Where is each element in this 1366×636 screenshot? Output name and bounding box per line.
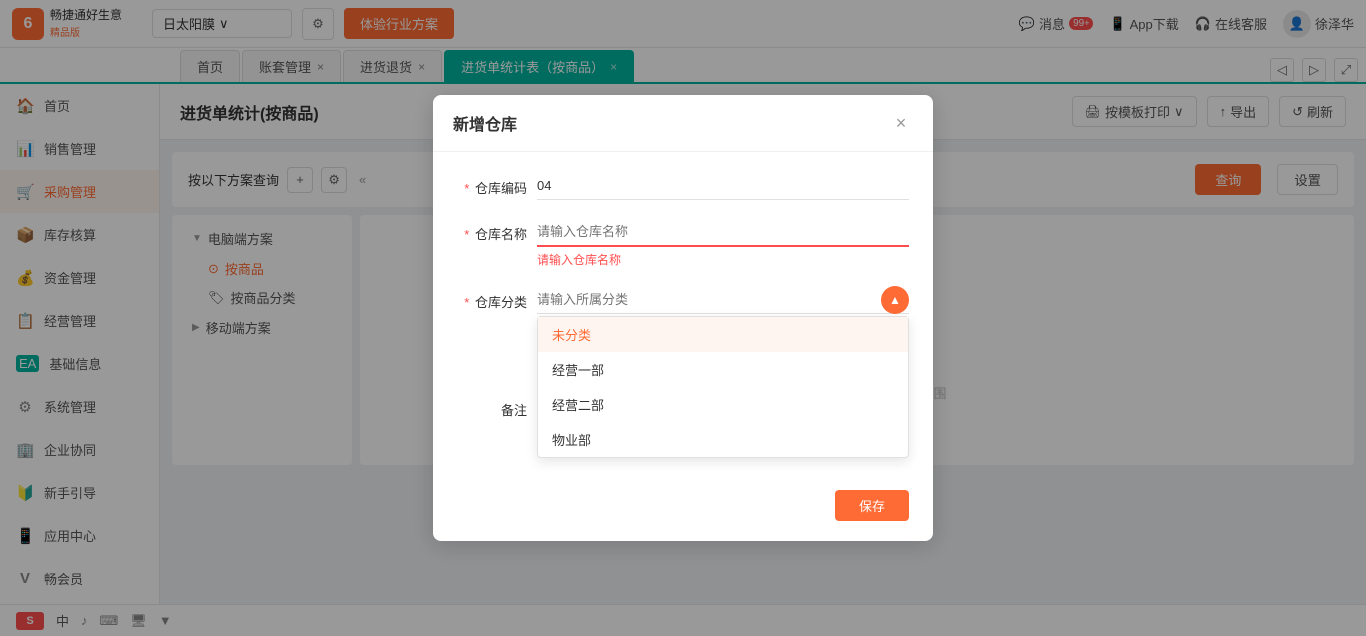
remark-label: 备注: [457, 394, 537, 419]
name-control: 请输入仓库名称: [537, 218, 909, 268]
category-input[interactable]: [537, 286, 909, 314]
name-input[interactable]: [537, 218, 909, 247]
dropdown-item-dept1[interactable]: 经营一部: [538, 352, 908, 387]
save-button[interactable]: 保存: [835, 490, 909, 521]
code-input[interactable]: [537, 172, 909, 200]
modal-close-button[interactable]: ×: [889, 111, 913, 135]
form-row-code: * 仓库编码: [457, 172, 909, 200]
name-error-msg: 请输入仓库名称: [537, 251, 909, 268]
category-label: * 仓库分类: [457, 286, 537, 311]
modal-title: 新增仓库: [453, 111, 517, 135]
dropdown-item-property[interactable]: 物业部: [538, 422, 908, 457]
category-toggle-button[interactable]: ▲: [881, 286, 909, 314]
code-label: * 仓库编码: [457, 172, 537, 197]
modal-footer: 保存: [433, 478, 933, 541]
category-dropdown: 未分类 经营一部 经营二部 物业部: [537, 316, 909, 458]
modal-new-warehouse: 新增仓库 × * 仓库编码 * 仓库名称: [433, 95, 933, 541]
name-label: * 仓库名称: [457, 218, 537, 243]
dropdown-item-uncategorized[interactable]: 未分类: [538, 317, 908, 352]
dropdown-item-dept2[interactable]: 经营二部: [538, 387, 908, 422]
form-row-category: * 仓库分类 ▲ 未分类 经营一部 经营二部 物业部: [457, 286, 909, 314]
modal-header: 新增仓库 ×: [433, 95, 933, 152]
arrow-up-icon: ▲: [889, 293, 901, 307]
code-control: [537, 172, 909, 200]
modal-overlay: 新增仓库 × * 仓库编码 * 仓库名称: [0, 0, 1366, 636]
modal-body: * 仓库编码 * 仓库名称 请输入仓库名称: [433, 152, 933, 478]
category-control: ▲: [537, 286, 909, 314]
form-row-name: * 仓库名称 请输入仓库名称: [457, 218, 909, 268]
